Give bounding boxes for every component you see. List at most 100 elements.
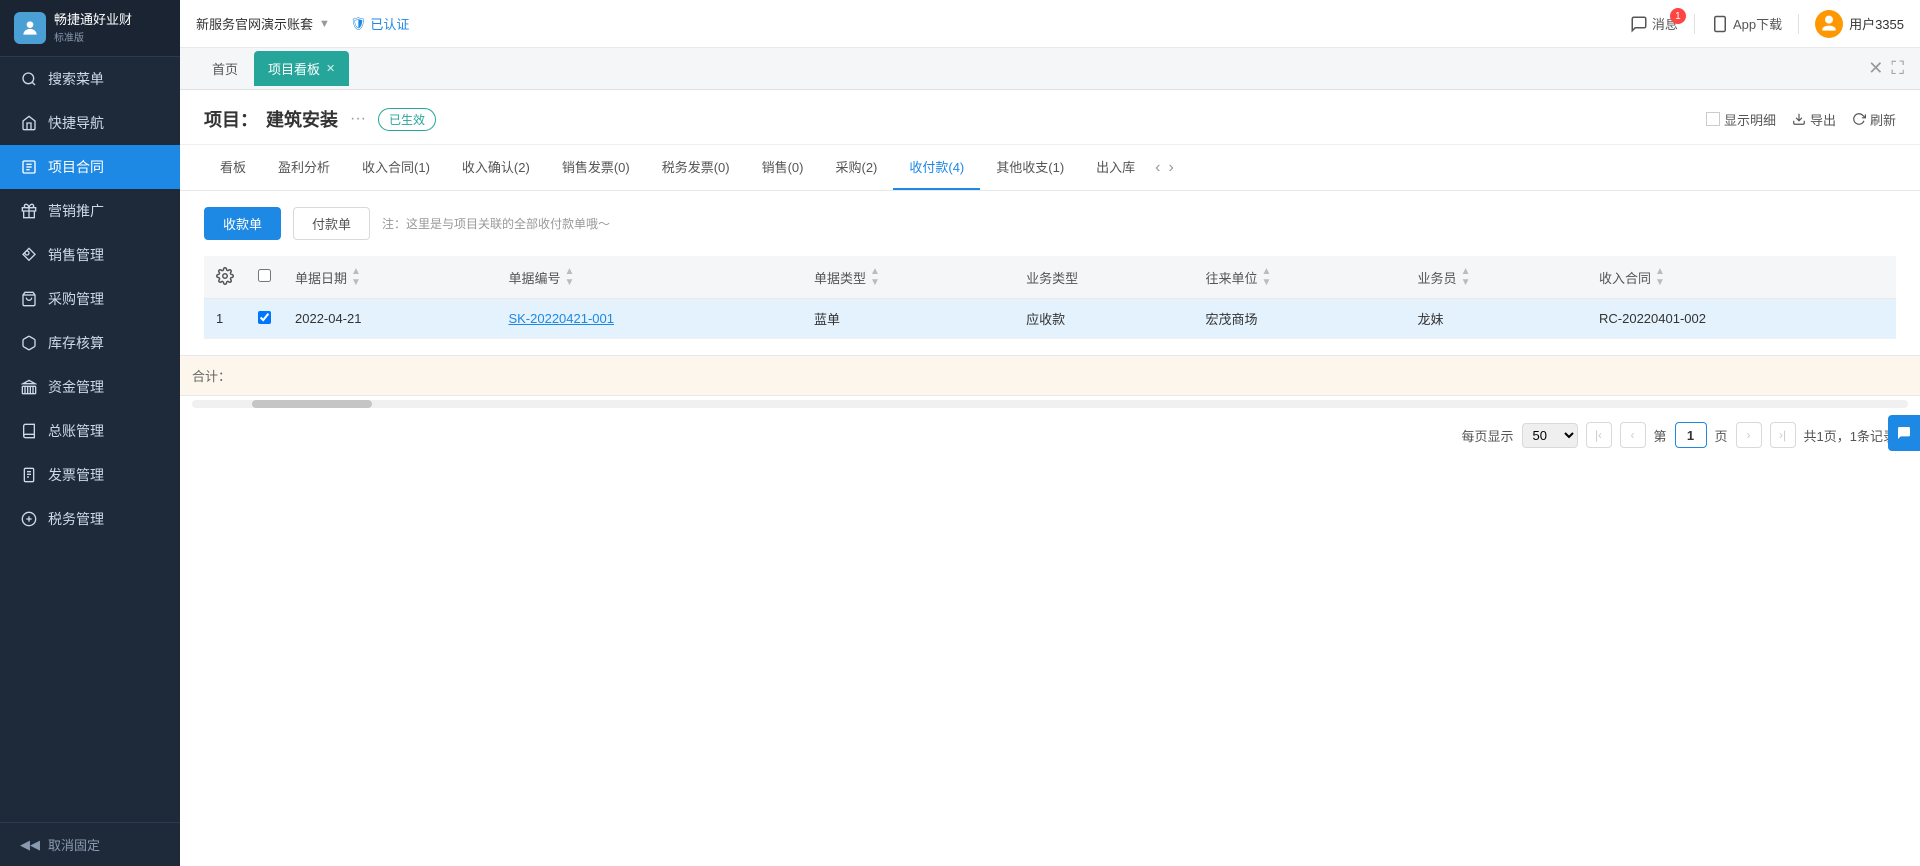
select-all-checkbox[interactable] xyxy=(258,269,271,282)
sidebar-item-ledger-label: 总账管理 xyxy=(48,421,104,441)
page-label: 第 xyxy=(1654,426,1667,445)
table-row[interactable]: 1 2022-04-21 SK-20220421-001 蓝单 应收款 宏茂商场… xyxy=(204,299,1896,339)
subtab-inout[interactable]: 出入库 xyxy=(1080,145,1151,190)
cell-income-contract: RC-20220401-002 xyxy=(1587,299,1896,339)
certified-label: 已认证 xyxy=(370,14,409,33)
sidebar-item-quick-nav[interactable]: 快捷导航 xyxy=(0,101,180,145)
subtab-income-confirm[interactable]: 收入确认(2) xyxy=(446,145,546,190)
tab-fullscreen[interactable]: ⛶ xyxy=(1891,58,1904,79)
app-download-button[interactable]: App下载 xyxy=(1711,14,1782,33)
per-page-select[interactable]: 50 100 200 xyxy=(1522,423,1578,448)
account-name: 新服务官网演示账套 xyxy=(196,14,313,33)
app-name: 畅捷通好业财 xyxy=(54,12,132,29)
search-icon xyxy=(20,70,38,88)
settings-icon[interactable] xyxy=(216,267,234,285)
project-more-icon[interactable]: ··· xyxy=(350,110,366,128)
type-sort-icon[interactable]: ▲▼ xyxy=(870,266,880,288)
tab-close-icon[interactable]: ✕ xyxy=(326,62,335,75)
total-row: 合计： xyxy=(180,355,1920,396)
subtab-kanban[interactable]: 看板 xyxy=(204,145,262,190)
unpin-icon: ◀◀ xyxy=(20,837,40,853)
account-selector[interactable]: 新服务官网演示账套 ▼ xyxy=(196,14,330,33)
cell-partner: 宏茂商场 xyxy=(1193,299,1405,339)
subtab-purchase[interactable]: 采购(2) xyxy=(819,145,893,190)
th-checkbox xyxy=(246,256,283,299)
box-icon xyxy=(20,334,38,352)
subtab-income-contract[interactable]: 收入合同(1) xyxy=(346,145,446,190)
user-label: 用户3355 xyxy=(1849,14,1904,33)
sidebar-item-marketing[interactable]: 营销推广 xyxy=(0,189,180,233)
sidebar-item-project-contract-label: 项目合同 xyxy=(48,157,104,177)
income-contract-sort-icon[interactable]: ▲▼ xyxy=(1655,266,1665,288)
sidebar-item-purchase[interactable]: 采购管理 xyxy=(0,277,180,321)
sidebar-item-sales[interactable]: 销售管理 xyxy=(0,233,180,277)
project-name: 建筑安装 xyxy=(266,106,338,132)
cell-index: 1 xyxy=(204,299,246,339)
certified-icon: 🛡 xyxy=(350,16,367,32)
sidebar-item-sales-label: 销售管理 xyxy=(48,245,104,265)
pagination: 每页显示 50 100 200 |‹ ‹ 第 1 页 › ›| 共1页，1条记录 xyxy=(180,412,1920,458)
sidebar-item-invoice[interactable]: 发票管理 xyxy=(0,453,180,497)
date-sort-icon[interactable]: ▲▼ xyxy=(351,266,361,288)
last-page-btn[interactable]: ›| xyxy=(1770,422,1796,448)
topbar: 新服务官网演示账套 ▼ 🛡 已认证 消息 1 App下载 xyxy=(180,0,1920,48)
main-area: 新服务官网演示账套 ▼ 🛡 已认证 消息 1 App下载 xyxy=(180,0,1920,866)
receipt-number-link[interactable]: SK-20220421-001 xyxy=(508,311,614,326)
export-action[interactable]: 导出 xyxy=(1792,110,1836,129)
row-checkbox[interactable] xyxy=(258,311,271,324)
export-icon xyxy=(1792,112,1806,126)
feedback-button[interactable] xyxy=(1888,415,1920,451)
tabbar: 首页 项目看板 ✕ ✕ ⛶ xyxy=(180,48,1920,90)
prev-page-btn[interactable]: ‹ xyxy=(1620,422,1646,448)
receipts-table: 单据日期 ▲▼ 单据编号 ▲▼ 单据类型 xyxy=(204,256,1896,339)
filter-payment-btn[interactable]: 付款单 xyxy=(293,207,370,240)
next-page-btn[interactable]: › xyxy=(1736,422,1762,448)
subtab-sales[interactable]: 销售(0) xyxy=(746,145,820,190)
sidebar-item-search[interactable]: 搜索菜单 xyxy=(0,57,180,101)
th-date: 单据日期 ▲▼ xyxy=(283,256,496,299)
show-detail-action[interactable]: 显示明细 xyxy=(1706,110,1776,129)
invoice-icon xyxy=(20,466,38,484)
phone-icon xyxy=(1711,15,1729,33)
tab-controls: ✕ ⛶ xyxy=(1868,58,1904,79)
sidebar-unpin[interactable]: ◀◀ 取消固定 xyxy=(0,822,180,866)
sidebar-item-inventory[interactable]: 库存核算 xyxy=(0,321,180,365)
subtabs-prev-icon[interactable]: ‹ xyxy=(1151,159,1164,177)
first-page-btn[interactable]: |‹ xyxy=(1586,422,1612,448)
scrollbar-thumb[interactable] xyxy=(252,400,372,408)
sidebar-item-invoice-label: 发票管理 xyxy=(48,465,104,485)
subtab-other-expense[interactable]: 其他收支(1) xyxy=(980,145,1080,190)
sidebar-nav: 搜索菜单 快捷导航 项目合同 营销推广 销售管理 xyxy=(0,57,180,822)
tab-home[interactable]: 首页 xyxy=(196,51,254,86)
filter-receipt-btn[interactable]: 收款单 xyxy=(204,207,281,240)
refresh-icon xyxy=(1852,112,1866,126)
subtabs-next-icon[interactable]: › xyxy=(1165,159,1178,177)
cell-business-type: 应收款 xyxy=(1014,299,1193,339)
subtab-profit[interactable]: 盈利分析 xyxy=(262,145,346,190)
refresh-action[interactable]: 刷新 xyxy=(1852,110,1896,129)
sidebar-item-tax[interactable]: 税务管理 xyxy=(0,497,180,541)
sidebar-item-marketing-label: 营销推广 xyxy=(48,201,104,221)
messages-button[interactable]: 消息 1 xyxy=(1630,14,1678,33)
th-income-contract: 收入合同 ▲▼ xyxy=(1587,256,1896,299)
sidebar-item-project-contract[interactable]: 项目合同 xyxy=(0,145,180,189)
per-page-label: 每页显示 xyxy=(1461,426,1513,445)
subtab-sales-invoice[interactable]: 销售发票(0) xyxy=(546,145,646,190)
salesman-sort-icon[interactable]: ▲▼ xyxy=(1461,266,1471,288)
partner-sort-icon[interactable]: ▲▼ xyxy=(1261,266,1271,288)
user-menu[interactable]: 用户3355 xyxy=(1815,10,1904,38)
sidebar-item-fund-label: 资金管理 xyxy=(48,377,104,397)
tab-close-window[interactable]: ✕ xyxy=(1868,58,1883,79)
subtab-receipts[interactable]: 收付款(4) xyxy=(893,145,980,190)
number-sort-icon[interactable]: ▲▼ xyxy=(564,266,574,288)
subtab-tax-invoice[interactable]: 税务发票(0) xyxy=(646,145,746,190)
show-detail-checkbox[interactable] xyxy=(1706,112,1720,126)
tab-project-board[interactable]: 项目看板 ✕ xyxy=(254,51,349,86)
avatar xyxy=(1815,10,1843,38)
horizontal-scrollbar[interactable] xyxy=(192,400,1908,408)
cell-date: 2022-04-21 xyxy=(283,299,496,339)
sidebar-item-ledger[interactable]: 总账管理 xyxy=(0,409,180,453)
th-salesman: 业务员 ▲▼ xyxy=(1406,256,1587,299)
th-business-type: 业务类型 xyxy=(1014,256,1193,299)
sidebar-item-fund[interactable]: 资金管理 xyxy=(0,365,180,409)
